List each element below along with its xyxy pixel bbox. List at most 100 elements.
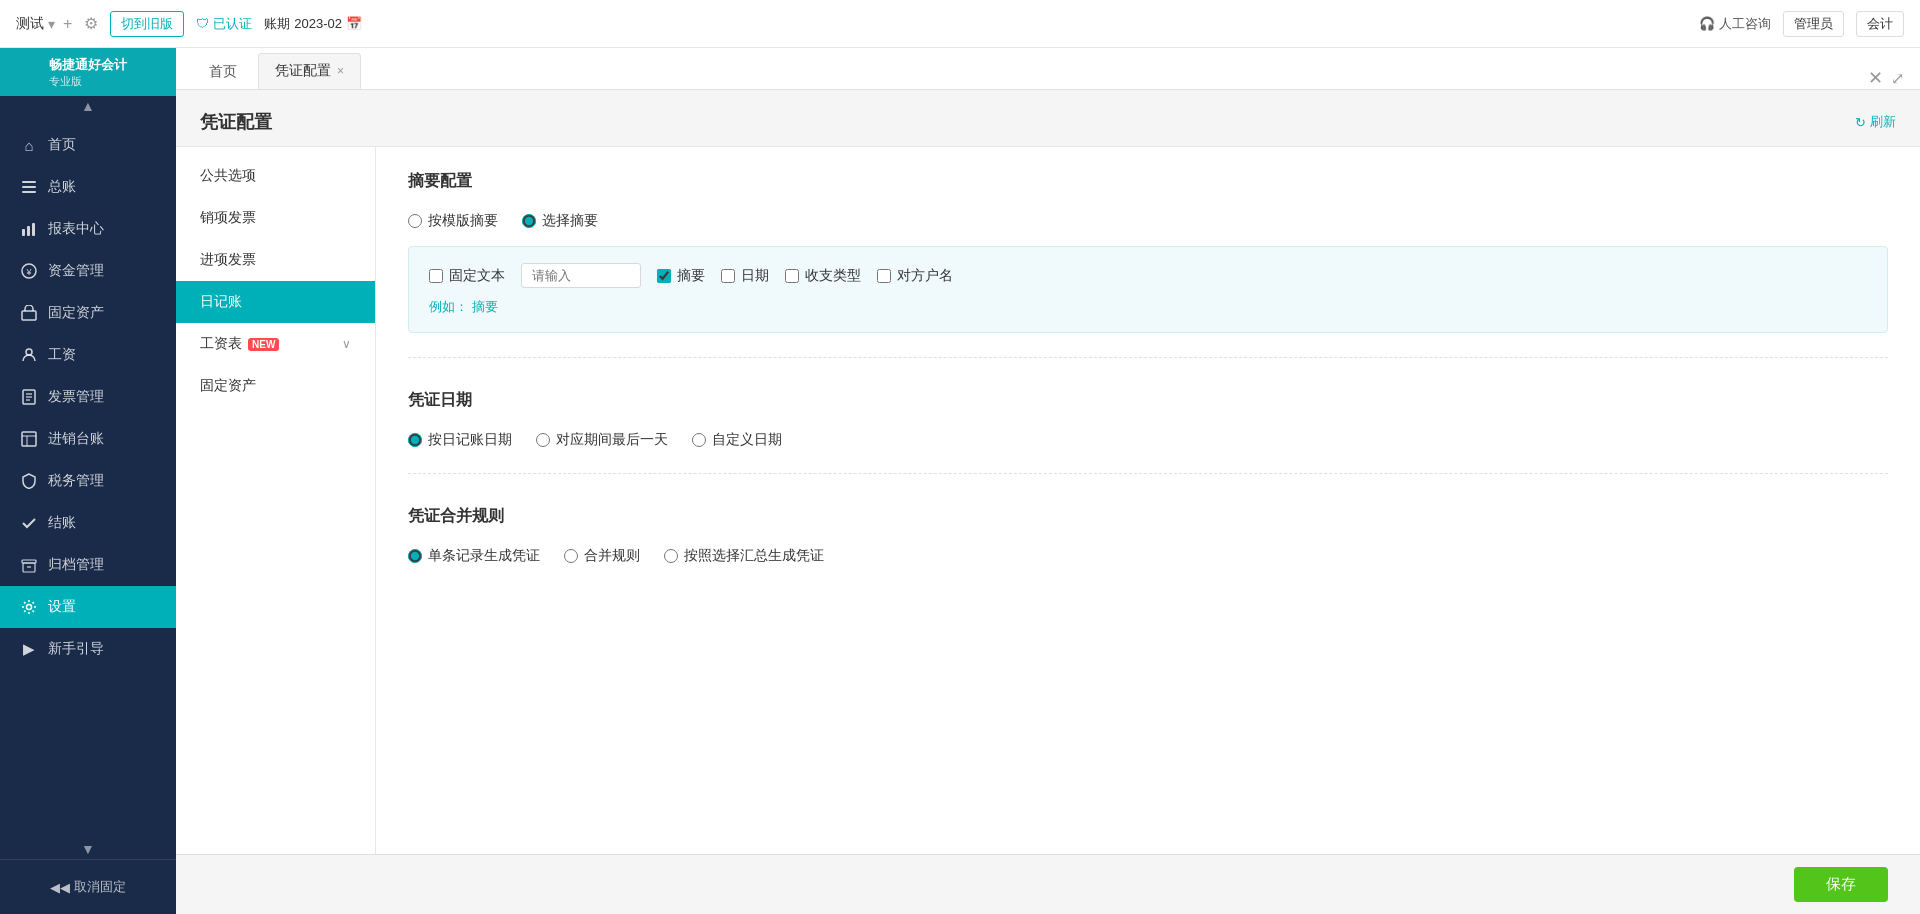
page-header: 凭证配置 ↻ 刷新 <box>176 90 1920 147</box>
sidebar-item-report-label: 报表中心 <box>48 220 104 238</box>
select-summary-option[interactable]: 按照选择汇总生成凭证 <box>664 547 824 565</box>
sidebar-logo: 畅捷通好会计 专业版 <box>0 48 176 96</box>
cancel-fixed-button[interactable]: ◀◀ 取消固定 <box>0 870 176 904</box>
verified-label: 已认证 <box>213 15 252 33</box>
payment-type-checkbox[interactable] <box>785 269 799 283</box>
left-nav-sales-invoice-label: 销项发票 <box>200 209 256 225</box>
sidebar-item-settings-label: 设置 <box>48 598 76 616</box>
single-radio[interactable] <box>408 549 422 563</box>
sidebar-item-sales-label: 进销台账 <box>48 430 104 448</box>
summary-select-radio[interactable] <box>522 214 536 228</box>
merge-title: 凭证合并规则 <box>408 506 1888 527</box>
sidebar-item-settings[interactable]: 设置 <box>0 586 176 628</box>
counterparty-checkbox[interactable] <box>877 269 891 283</box>
svg-rect-5 <box>32 223 35 236</box>
sidebar-item-invoice[interactable]: 发票管理 <box>0 376 176 418</box>
left-nav-fixed-assets[interactable]: 固定资产 <box>176 365 375 407</box>
summary-title: 摘要配置 <box>408 171 1888 192</box>
custom-date-radio[interactable] <box>692 433 706 447</box>
sidebar-item-funds[interactable]: ¥ 资金管理 <box>0 250 176 292</box>
accountant-button[interactable]: 会计 <box>1856 11 1904 37</box>
calendar-icon[interactable]: 📅 <box>346 16 362 31</box>
left-nav-payroll-sheet[interactable]: 工资表 NEW ∨ <box>176 323 375 365</box>
date-checkbox-label: 日期 <box>741 267 769 285</box>
new-badge: NEW <box>248 338 279 351</box>
left-nav-purchase-invoice[interactable]: 进项发票 <box>176 239 375 281</box>
logo-text: 畅捷通好会计 专业版 <box>49 56 127 89</box>
left-nav-journal[interactable]: 日记账 <box>176 281 375 323</box>
summary-checkbox[interactable] <box>657 269 671 283</box>
custom-date-option[interactable]: 自定义日期 <box>692 431 782 449</box>
date-checkbox-group[interactable]: 日期 <box>721 267 769 285</box>
single-option[interactable]: 单条记录生成凭证 <box>408 547 540 565</box>
sidebar-item-fixed[interactable]: 固定资产 <box>0 292 176 334</box>
svg-point-9 <box>26 349 32 355</box>
save-button[interactable]: 保存 <box>1794 867 1888 902</box>
period-value: 2023-02 <box>294 16 342 31</box>
merge-rule-radio[interactable] <box>564 549 578 563</box>
tab-voucher-config[interactable]: 凭证配置 × <box>258 53 361 89</box>
sidebar-item-sales[interactable]: 进销台账 <box>0 418 176 460</box>
settings-icon <box>20 598 38 616</box>
topbar-right: 🎧 人工咨询 管理员 会计 <box>1699 11 1904 37</box>
sidebar-item-archive[interactable]: 归档管理 <box>0 544 176 586</box>
fixed-text-input[interactable] <box>521 263 641 288</box>
refresh-button[interactable]: ↻ 刷新 <box>1855 113 1896 131</box>
settings-icon[interactable]: ⚙ <box>84 14 98 33</box>
company-selector[interactable]: 测试 ▾ <box>16 15 55 33</box>
journal-date-radio[interactable] <box>408 433 422 447</box>
summary-template-option[interactable]: 按模版摘要 <box>408 212 498 230</box>
period-last-option[interactable]: 对应期间最后一天 <box>536 431 668 449</box>
select-summary-radio[interactable] <box>664 549 678 563</box>
sidebar-item-guide[interactable]: ▶ 新手引导 <box>0 628 176 670</box>
tab-home[interactable]: 首页 <box>192 54 254 89</box>
svg-rect-0 <box>22 181 36 183</box>
sidebar-item-closing[interactable]: 结账 <box>0 502 176 544</box>
payroll-sheet-row: 工资表 NEW ∨ <box>200 335 351 353</box>
expand-icon: ∨ <box>342 337 351 351</box>
summary-template-radio[interactable] <box>408 214 422 228</box>
fixed-text-checkbox[interactable] <box>429 269 443 283</box>
tab-maximize-button[interactable]: ⤢ <box>1891 69 1904 88</box>
summary-checkbox-label: 摘要 <box>677 267 705 285</box>
sidebar-item-report[interactable]: 报表中心 <box>0 208 176 250</box>
tab-close-window-button[interactable]: ✕ <box>1868 67 1883 89</box>
summary-checkbox-group[interactable]: 摘要 <box>657 267 705 285</box>
content-area: 首页 凭证配置 × ✕ ⤢ 凭证配置 ↻ 刷新 <box>176 48 1920 914</box>
tab-close-icon[interactable]: × <box>337 64 344 78</box>
left-nav-sales-invoice[interactable]: 销项发票 <box>176 197 375 239</box>
sidebar-scroll-up[interactable]: ▲ <box>0 96 176 116</box>
date-checkbox[interactable] <box>721 269 735 283</box>
sidebar-item-payroll[interactable]: 工资 <box>0 334 176 376</box>
counterparty-checkbox-group[interactable]: 对方户名 <box>877 267 953 285</box>
summary-section: 摘要配置 按模版摘要 选择摘要 <box>408 171 1888 358</box>
merge-rule-option[interactable]: 合并规则 <box>564 547 640 565</box>
svg-point-20 <box>27 605 32 610</box>
topbar-left: 测试 ▾ + ⚙ 切到旧版 🛡 已认证 账期 2023-02 📅 <box>16 11 1699 37</box>
sidebar-item-ledger[interactable]: 总账 <box>0 166 176 208</box>
left-nav-public[interactable]: 公共选项 <box>176 155 375 197</box>
sidebar-item-home[interactable]: ⌂ 首页 <box>0 124 176 166</box>
service-label: 人工咨询 <box>1719 15 1771 33</box>
sidebar-item-ledger-label: 总账 <box>48 178 76 196</box>
fixed-text-checkbox-group[interactable]: 固定文本 <box>429 267 505 285</box>
period-label: 账期 <box>264 15 290 33</box>
sidebar-scroll-down[interactable]: ▼ <box>0 839 176 859</box>
sidebar-bottom: ◀◀ 取消固定 <box>0 859 176 914</box>
sidebar-item-tax[interactable]: 税务管理 <box>0 460 176 502</box>
period-last-label: 对应期间最后一天 <box>556 431 668 449</box>
payment-type-checkbox-label: 收支类型 <box>805 267 861 285</box>
switch-version-button[interactable]: 切到旧版 <box>110 11 184 37</box>
period-last-radio[interactable] <box>536 433 550 447</box>
page: 凭证配置 ↻ 刷新 公共选项 销项发票 <box>176 90 1920 914</box>
svg-rect-14 <box>22 432 36 446</box>
ledger-icon <box>20 178 38 196</box>
payment-type-checkbox-group[interactable]: 收支类型 <box>785 267 861 285</box>
journal-date-option[interactable]: 按日记账日期 <box>408 431 512 449</box>
logo-line1: 畅捷通好会计 <box>49 56 127 74</box>
summary-select-option[interactable]: 选择摘要 <box>522 212 598 230</box>
add-icon[interactable]: + <box>63 15 72 33</box>
service-button[interactable]: 🎧 人工咨询 <box>1699 15 1771 33</box>
sidebar-nav: ⌂ 首页 总账 报表中心 ¥ <box>0 116 176 839</box>
admin-button[interactable]: 管理员 <box>1783 11 1844 37</box>
